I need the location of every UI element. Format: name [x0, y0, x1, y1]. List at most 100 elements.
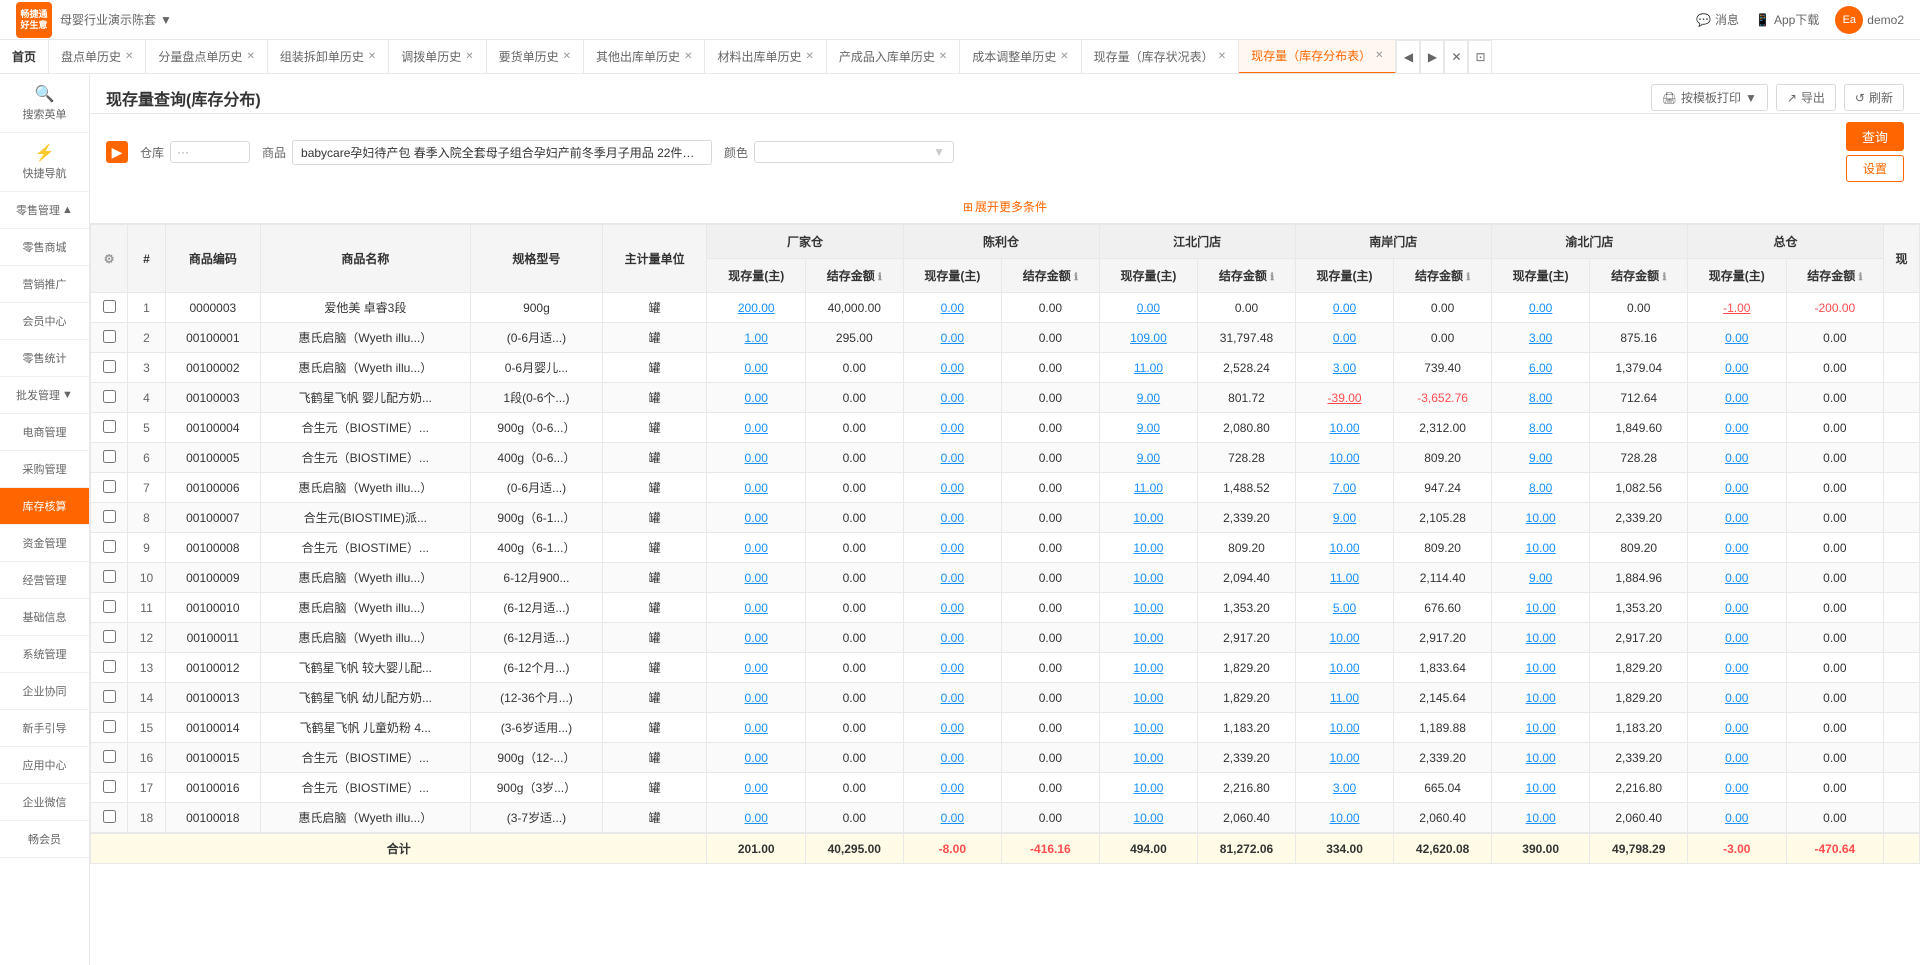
td-yb-stock[interactable]: 0.00: [1491, 293, 1590, 323]
td-f-stock[interactable]: 1.00: [707, 323, 806, 353]
td-tot-stock[interactable]: 0.00: [1687, 353, 1786, 383]
td-yb-stock[interactable]: 10.00: [1491, 713, 1590, 743]
td-check[interactable]: [91, 443, 128, 473]
td-jb-stock[interactable]: 9.00: [1099, 443, 1198, 473]
td-na-stock[interactable]: 10.00: [1295, 743, 1394, 773]
sidebar-item-finance[interactable]: 资金管理: [0, 525, 89, 562]
td-tot-stock[interactable]: 0.00: [1687, 773, 1786, 803]
tab-stock-status[interactable]: 现存量（库存状况表） ✕: [1082, 40, 1239, 74]
td-na-stock[interactable]: 11.00: [1295, 683, 1394, 713]
sidebar-item-marketing[interactable]: 营销推广: [0, 266, 89, 303]
td-check[interactable]: [91, 653, 128, 683]
td-jb-stock[interactable]: 10.00: [1099, 533, 1198, 563]
td-tot-stock[interactable]: 0.00: [1687, 563, 1786, 593]
td-tot-stock[interactable]: 0.00: [1687, 803, 1786, 834]
td-na-stock[interactable]: 0.00: [1295, 323, 1394, 353]
sidebar-item-operation[interactable]: 经营管理: [0, 562, 89, 599]
td-na-stock[interactable]: 9.00: [1295, 503, 1394, 533]
td-cl-stock[interactable]: 0.00: [903, 413, 1002, 443]
td-f-stock[interactable]: 0.00: [707, 533, 806, 563]
td-yb-stock[interactable]: 10.00: [1491, 683, 1590, 713]
query-btn[interactable]: 查询: [1846, 122, 1904, 151]
tab-assemble[interactable]: 组装拆卸单历史 ✕: [268, 40, 389, 74]
td-cl-stock[interactable]: 0.00: [903, 353, 1002, 383]
td-check[interactable]: [91, 383, 128, 413]
td-yb-stock[interactable]: 3.00: [1491, 323, 1590, 353]
td-jb-stock[interactable]: 9.00: [1099, 413, 1198, 443]
close-tab-order[interactable]: ✕: [563, 51, 571, 62]
td-yb-stock[interactable]: 6.00: [1491, 353, 1590, 383]
td-jb-stock[interactable]: 10.00: [1099, 623, 1198, 653]
td-jb-stock[interactable]: 10.00: [1099, 563, 1198, 593]
td-cl-stock[interactable]: 0.00: [903, 503, 1002, 533]
sidebar-item-appcenter[interactable]: 应用中心: [0, 747, 89, 784]
td-yb-stock[interactable]: 9.00: [1491, 443, 1590, 473]
td-yb-stock[interactable]: 9.00: [1491, 563, 1590, 593]
td-f-stock[interactable]: 0.00: [707, 503, 806, 533]
tab-close-btn[interactable]: ✕: [1444, 40, 1468, 74]
tab-order[interactable]: 要货单历史 ✕: [487, 40, 584, 74]
td-jb-stock[interactable]: 10.00: [1099, 593, 1198, 623]
td-f-stock[interactable]: 0.00: [707, 383, 806, 413]
td-yb-stock[interactable]: 10.00: [1491, 653, 1590, 683]
td-cl-stock[interactable]: 0.00: [903, 293, 1002, 323]
td-f-stock[interactable]: 0.00: [707, 593, 806, 623]
close-tab-cost-adjust[interactable]: ✕: [1060, 51, 1068, 62]
td-check[interactable]: [91, 683, 128, 713]
td-check[interactable]: [91, 473, 128, 503]
filter-collapse-btn[interactable]: ▶: [106, 141, 128, 163]
td-jb-stock[interactable]: 11.00: [1099, 353, 1198, 383]
td-f-stock[interactable]: 0.00: [707, 413, 806, 443]
sidebar-item-system[interactable]: 系统管理: [0, 636, 89, 673]
td-jb-stock[interactable]: 109.00: [1099, 323, 1198, 353]
td-tot-stock[interactable]: 0.00: [1687, 413, 1786, 443]
tab-cost-adjust[interactable]: 成本调整单历史 ✕: [960, 40, 1081, 74]
close-tab-other-out[interactable]: ✕: [684, 51, 692, 62]
td-jb-stock[interactable]: 11.00: [1099, 473, 1198, 503]
td-cl-stock[interactable]: 0.00: [903, 803, 1002, 834]
sidebar-item-inventory[interactable]: 库存核算: [0, 488, 89, 525]
td-f-stock[interactable]: 0.00: [707, 653, 806, 683]
td-jb-stock[interactable]: 10.00: [1099, 653, 1198, 683]
td-check[interactable]: [91, 743, 128, 773]
td-f-stock[interactable]: 0.00: [707, 773, 806, 803]
sidebar-item-wechat[interactable]: 企业微信: [0, 784, 89, 821]
sidebar-item-wholesale[interactable]: 批发管理 ▼: [0, 377, 89, 414]
td-f-stock[interactable]: 0.00: [707, 713, 806, 743]
td-cl-stock[interactable]: 0.00: [903, 473, 1002, 503]
td-cl-stock[interactable]: 0.00: [903, 593, 1002, 623]
message-btn[interactable]: 💬 消息: [1696, 11, 1739, 28]
close-tab-material-out[interactable]: ✕: [805, 51, 813, 62]
td-cl-stock[interactable]: 0.00: [903, 443, 1002, 473]
tab-expand-btn[interactable]: ⊡: [1468, 40, 1492, 74]
setting-btn[interactable]: 设置: [1846, 155, 1904, 182]
sidebar-item-member2[interactable]: 畅会员: [0, 821, 89, 858]
td-check[interactable]: [91, 713, 128, 743]
td-check[interactable]: [91, 353, 128, 383]
td-cl-stock[interactable]: 0.00: [903, 563, 1002, 593]
td-tot-stock[interactable]: 0.00: [1687, 743, 1786, 773]
td-tot-stock[interactable]: 0.00: [1687, 473, 1786, 503]
td-cl-stock[interactable]: 0.00: [903, 773, 1002, 803]
close-tab-adjust[interactable]: ✕: [465, 51, 473, 62]
sidebar-item-retail-stat[interactable]: 零售统计: [0, 340, 89, 377]
dropdown-icon[interactable]: ▼: [160, 13, 172, 27]
app-download-btn[interactable]: 📱 App下载: [1755, 11, 1819, 28]
tab-home[interactable]: 首页: [0, 40, 49, 74]
td-cl-stock[interactable]: 0.00: [903, 713, 1002, 743]
td-f-stock[interactable]: 0.00: [707, 623, 806, 653]
td-na-stock[interactable]: 10.00: [1295, 803, 1394, 834]
td-check[interactable]: [91, 413, 128, 443]
td-yb-stock[interactable]: 10.00: [1491, 503, 1590, 533]
td-jb-stock[interactable]: 10.00: [1099, 683, 1198, 713]
td-na-stock[interactable]: 3.00: [1295, 353, 1394, 383]
td-f-stock[interactable]: 0.00: [707, 743, 806, 773]
sidebar-item-base[interactable]: 基础信息: [0, 599, 89, 636]
td-jb-stock[interactable]: 10.00: [1099, 503, 1198, 533]
color-input[interactable]: ▼: [754, 141, 954, 163]
td-yb-stock[interactable]: 10.00: [1491, 743, 1590, 773]
sidebar-item-guide[interactable]: 新手引导: [0, 710, 89, 747]
td-f-stock[interactable]: 0.00: [707, 563, 806, 593]
expand-conditions-btn[interactable]: ⊞ 展开更多条件: [963, 198, 1047, 215]
td-na-stock[interactable]: 10.00: [1295, 623, 1394, 653]
